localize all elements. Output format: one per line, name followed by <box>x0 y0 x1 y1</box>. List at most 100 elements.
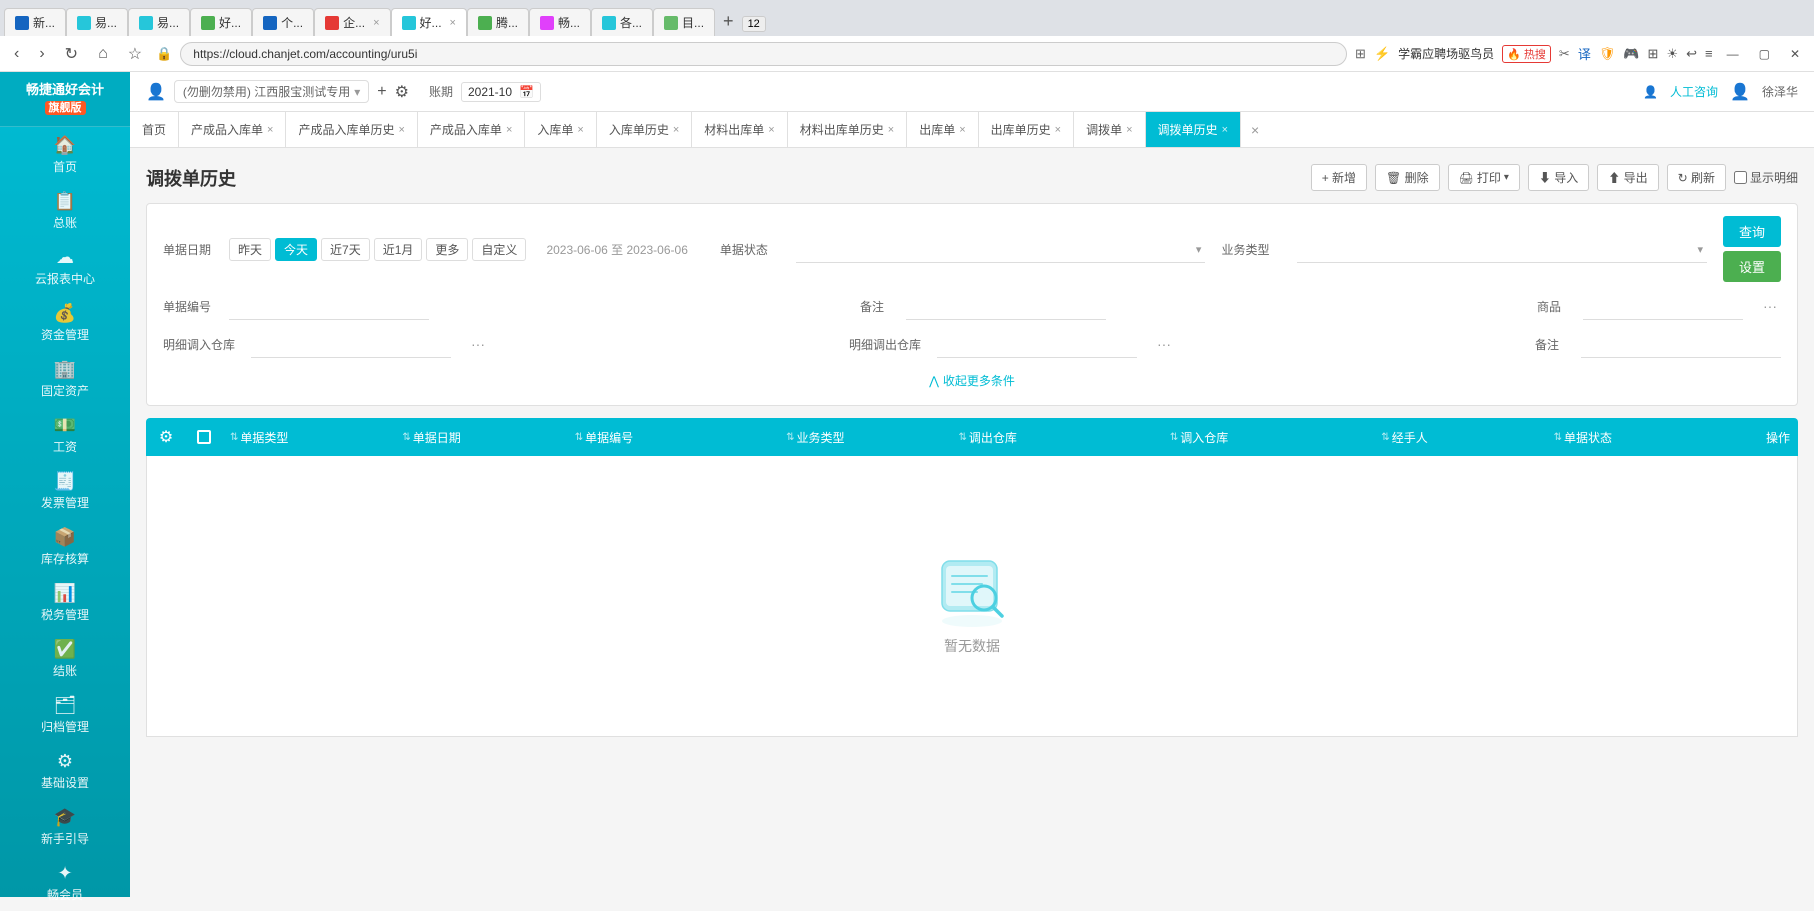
th-check[interactable] <box>186 430 222 444</box>
sidebar-item-close[interactable]: ✅ 结账 <box>0 631 130 687</box>
browser-tab-5[interactable]: 企... × <box>314 8 390 36</box>
detail-in-ellipsis[interactable]: ··· <box>467 336 489 352</box>
detail-out-ellipsis[interactable]: ··· <box>1153 336 1175 352</box>
browser-tab-6[interactable]: 好... × <box>391 8 467 36</box>
browser-tab-0[interactable]: 新... <box>4 8 66 36</box>
page-tab-5[interactable]: 入库单历史 × <box>597 112 692 148</box>
sidebar-item-funds[interactable]: 💰 资金管理 <box>0 295 130 351</box>
print-btn[interactable]: 🖨 打印 ▾ <box>1448 164 1520 191</box>
th-handler[interactable]: ⇅ 经手人 <box>1373 429 1545 446</box>
th-biztype[interactable]: ⇅ 业务类型 <box>778 429 950 446</box>
browser-tab-1[interactable]: 易... <box>66 8 128 36</box>
page-tab-7[interactable]: 材料出库单历史 × <box>788 112 907 148</box>
page-tab-close-10[interactable]: × <box>1126 124 1132 136</box>
detail-in-input[interactable] <box>251 330 451 358</box>
page-tab-4[interactable]: 入库单 × <box>525 112 596 148</box>
page-tab-close-4[interactable]: × <box>577 124 583 136</box>
delete-btn[interactable]: 🗑 删除 <box>1375 164 1440 191</box>
date-btn-more[interactable]: 更多 <box>426 238 468 261</box>
tab-close-5[interactable]: × <box>373 17 379 29</box>
new-tab-btn[interactable]: + <box>715 11 742 32</box>
tab-close-6[interactable]: × <box>450 17 456 29</box>
sidebar-item-assets[interactable]: 🏢 固定资产 <box>0 351 130 407</box>
page-tab-close-9[interactable]: × <box>1055 124 1061 136</box>
select-all-checkbox[interactable] <box>197 430 211 444</box>
page-tab-close-6[interactable]: × <box>768 124 774 136</box>
page-tab-10[interactable]: 调拨单 × <box>1074 112 1145 148</box>
goods-ellipsis-btn[interactable]: ··· <box>1759 298 1781 314</box>
query-btn[interactable]: 查询 <box>1723 216 1781 247</box>
close-all-btn[interactable]: × <box>1245 122 1265 138</box>
page-tab-11[interactable]: 调拨单历史 × <box>1146 112 1241 148</box>
company-selector[interactable]: (勿删勿禁用) 江西服宝测试专用 ▾ <box>174 80 369 103</box>
gear-btn[interactable]: ⚙ <box>395 82 409 102</box>
url-bar[interactable] <box>180 42 1347 66</box>
close-win-btn[interactable]: ✕ <box>1784 45 1806 63</box>
page-tab-close-8[interactable]: × <box>959 124 965 136</box>
import-btn[interactable]: ⬇ 导入 <box>1528 164 1589 191</box>
sidebar-item-ledger[interactable]: 📋 总账 <box>0 183 130 239</box>
home-btn[interactable]: ⌂ <box>92 43 114 65</box>
page-tab-close-5[interactable]: × <box>673 124 679 136</box>
minimize-btn[interactable]: — <box>1721 45 1745 63</box>
page-tab-close-7[interactable]: × <box>888 124 894 136</box>
browser-tab-9[interactable]: 各... <box>591 8 653 36</box>
collapse-btn[interactable]: ⋀ 收起更多条件 <box>929 368 1015 393</box>
browser-tab-8[interactable]: 畅... <box>529 8 591 36</box>
browser-tab-3[interactable]: 好... <box>190 8 252 36</box>
date-btn-1month[interactable]: 近1月 <box>374 238 423 261</box>
detail-out-input[interactable] <box>937 330 1137 358</box>
sidebar-item-tax[interactable]: 📊 税务管理 <box>0 575 130 631</box>
settings-btn[interactable]: 设置 <box>1723 251 1781 282</box>
browser-tab-10[interactable]: 目... <box>653 8 715 36</box>
browser-tab-7[interactable]: 腾... <box>467 8 529 36</box>
sidebar-item-archive[interactable]: 🗂 归档管理 <box>0 687 130 743</box>
refresh-btn-page[interactable]: ↻ 刷新 <box>1667 164 1726 191</box>
sidebar-item-inventory[interactable]: 📦 库存核算 <box>0 519 130 575</box>
new-btn[interactable]: + 新增 <box>1311 164 1367 191</box>
back-btn[interactable]: ‹ <box>8 43 25 65</box>
docnum-input[interactable] <box>229 292 429 320</box>
status-select[interactable] <box>796 235 1206 263</box>
th-gear[interactable]: ⚙ <box>146 427 186 447</box>
maximize-btn[interactable]: ▢ <box>1753 45 1776 63</box>
sidebar-item-guide[interactable]: 🎓 新手引导 <box>0 799 130 855</box>
note-input[interactable] <box>1581 330 1781 358</box>
page-tab-close-11[interactable]: × <box>1222 124 1228 136</box>
remark-input[interactable] <box>906 292 1106 320</box>
page-tab-close-1[interactable]: × <box>267 124 273 136</box>
page-tab-home[interactable]: 首页 <box>130 112 179 148</box>
page-tab-1[interactable]: 产成品入库单 × <box>179 112 286 148</box>
th-date[interactable]: ⇅ 单据日期 <box>394 429 566 446</box>
date-btn-yesterday[interactable]: 昨天 <box>229 238 271 261</box>
date-btn-7days[interactable]: 近7天 <box>321 238 370 261</box>
add-company-btn[interactable]: + <box>377 83 386 101</box>
th-in[interactable]: ⇅ 调入仓库 <box>1162 429 1373 446</box>
th-type[interactable]: ⇅ 单据类型 <box>222 429 394 446</box>
service-btn[interactable]: 人工咨询 <box>1670 83 1718 100</box>
refresh-btn[interactable]: ↻ <box>59 42 84 66</box>
forward-btn[interactable]: › <box>33 43 50 65</box>
print-dropdown-icon[interactable]: ▾ <box>1504 172 1509 183</box>
th-status[interactable]: ⇅ 单据状态 <box>1546 429 1718 446</box>
browser-tab-2[interactable]: 易... <box>128 8 190 36</box>
show-detail-checkbox[interactable] <box>1734 171 1747 184</box>
sidebar-item-settings[interactable]: ⚙ 基础设置 <box>0 743 130 799</box>
page-tab-9[interactable]: 出库单历史 × <box>979 112 1074 148</box>
period-selector[interactable]: 2021-10 📅 <box>461 82 541 102</box>
th-num[interactable]: ⇅ 单据编号 <box>567 429 778 446</box>
page-tab-close-3[interactable]: × <box>506 124 512 136</box>
page-tab-close-2[interactable]: × <box>398 124 404 136</box>
page-tab-3[interactable]: 产成品入库单 × <box>418 112 525 148</box>
page-tab-2[interactable]: 产成品入库单历史 × <box>286 112 417 148</box>
page-tab-6[interactable]: 材料出库单 × <box>692 112 787 148</box>
page-tab-8[interactable]: 出库单 × <box>907 112 978 148</box>
sidebar-item-reports[interactable]: ☁ 云报表中心 <box>0 239 130 295</box>
biz-select[interactable] <box>1297 235 1707 263</box>
date-btn-today[interactable]: 今天 <box>275 238 317 261</box>
sidebar-item-member[interactable]: ✦ 畅会员 <box>0 855 130 911</box>
sidebar-item-payroll[interactable]: 💵 工资 <box>0 407 130 463</box>
bookmark-btn[interactable]: ☆ <box>122 42 148 66</box>
th-out[interactable]: ⇅ 调出仓库 <box>950 429 1161 446</box>
table-gear-icon[interactable]: ⚙ <box>159 427 173 447</box>
